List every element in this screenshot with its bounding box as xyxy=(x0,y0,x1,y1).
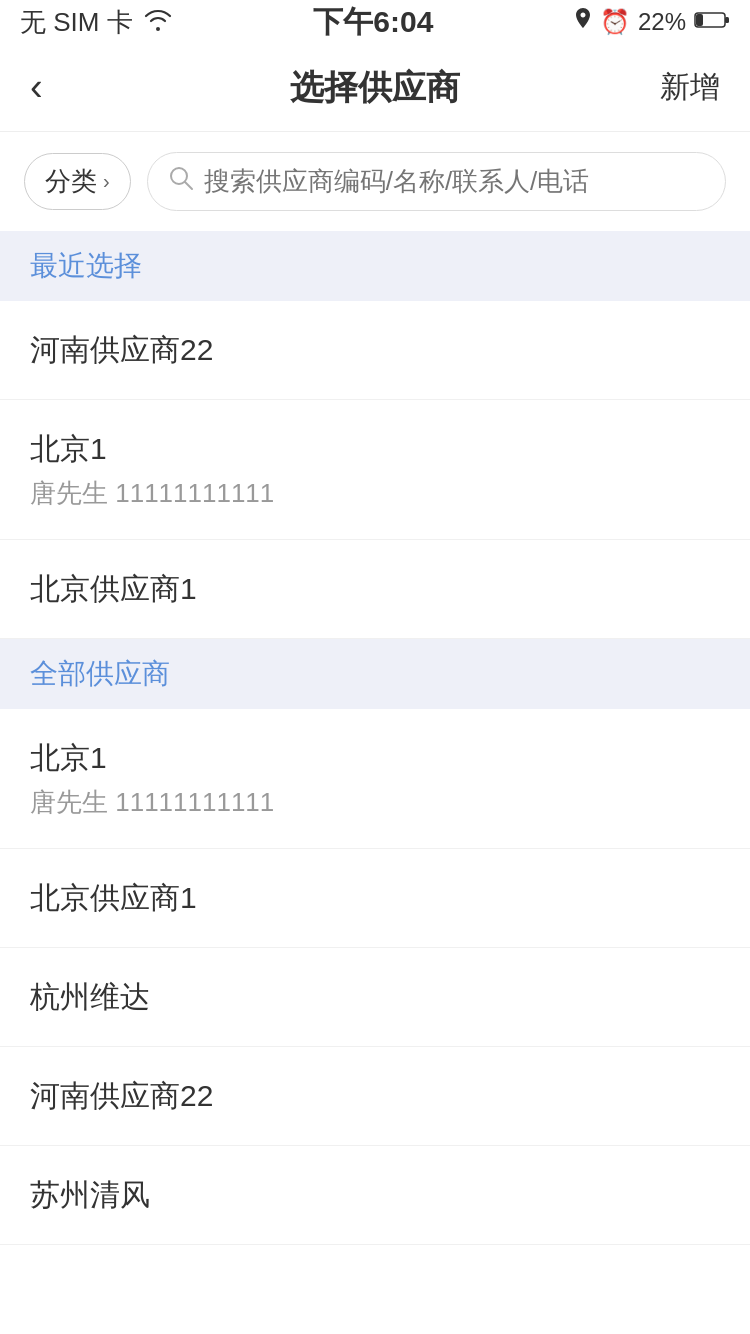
nav-bar: ‹ 选择供应商 新增 xyxy=(0,44,750,132)
status-time: 下午6:04 xyxy=(313,2,433,43)
sim-status: 无 SIM 卡 xyxy=(20,5,133,40)
category-button[interactable]: 分类 › xyxy=(24,153,131,210)
item-sub: 唐先生 11111111111 xyxy=(30,785,720,820)
svg-rect-2 xyxy=(725,17,729,23)
item-name: 苏州清风 xyxy=(30,1174,720,1216)
item-name: 北京1 xyxy=(30,428,720,470)
svg-rect-1 xyxy=(696,14,703,26)
add-button[interactable]: 新增 xyxy=(660,67,720,108)
search-box[interactable] xyxy=(147,152,726,211)
status-right: ⏰ 22% xyxy=(574,8,730,36)
battery-percent: 22% xyxy=(638,8,686,36)
item-name: 北京1 xyxy=(30,737,720,779)
wifi-icon xyxy=(143,7,173,38)
list-item[interactable]: 北京供应商1 xyxy=(0,849,750,948)
item-sub: 唐先生 11111111111 xyxy=(30,476,720,511)
search-icon xyxy=(168,165,194,198)
supplier-list: 最近选择河南供应商22 北京1 唐先生 11111111111 北京供应商1 全部供应商… xyxy=(0,231,750,1245)
list-item[interactable]: 北京供应商1 xyxy=(0,540,750,639)
battery-icon xyxy=(694,8,730,36)
section-header-recent: 最近选择 xyxy=(0,231,750,301)
back-button[interactable]: ‹ xyxy=(30,66,90,109)
filter-bar: 分类 › xyxy=(0,132,750,231)
list-item[interactable]: 北京1 唐先生 11111111111 xyxy=(0,400,750,540)
category-label: 分类 xyxy=(45,164,97,199)
item-name: 杭州维达 xyxy=(30,976,720,1018)
alarm-icon: ⏰ xyxy=(600,8,630,36)
list-item[interactable]: 河南供应商22 xyxy=(0,301,750,400)
item-name: 河南供应商22 xyxy=(30,1075,720,1117)
location-icon xyxy=(574,8,592,36)
status-left: 无 SIM 卡 xyxy=(20,5,173,40)
list-item[interactable]: 苏州清风 xyxy=(0,1146,750,1245)
status-bar: 无 SIM 卡 下午6:04 ⏰ 22% xyxy=(0,0,750,44)
item-name: 北京供应商1 xyxy=(30,568,720,610)
svg-line-4 xyxy=(185,182,192,189)
chevron-right-icon: › xyxy=(103,170,110,193)
list-item[interactable]: 北京1 唐先生 11111111111 xyxy=(0,709,750,849)
item-name: 河南供应商22 xyxy=(30,329,720,371)
section-header-all: 全部供应商 xyxy=(0,639,750,709)
list-item[interactable]: 杭州维达 xyxy=(0,948,750,1047)
page-title: 选择供应商 xyxy=(90,65,660,111)
item-name: 北京供应商1 xyxy=(30,877,720,919)
search-input[interactable] xyxy=(204,166,705,197)
list-item[interactable]: 河南供应商22 xyxy=(0,1047,750,1146)
